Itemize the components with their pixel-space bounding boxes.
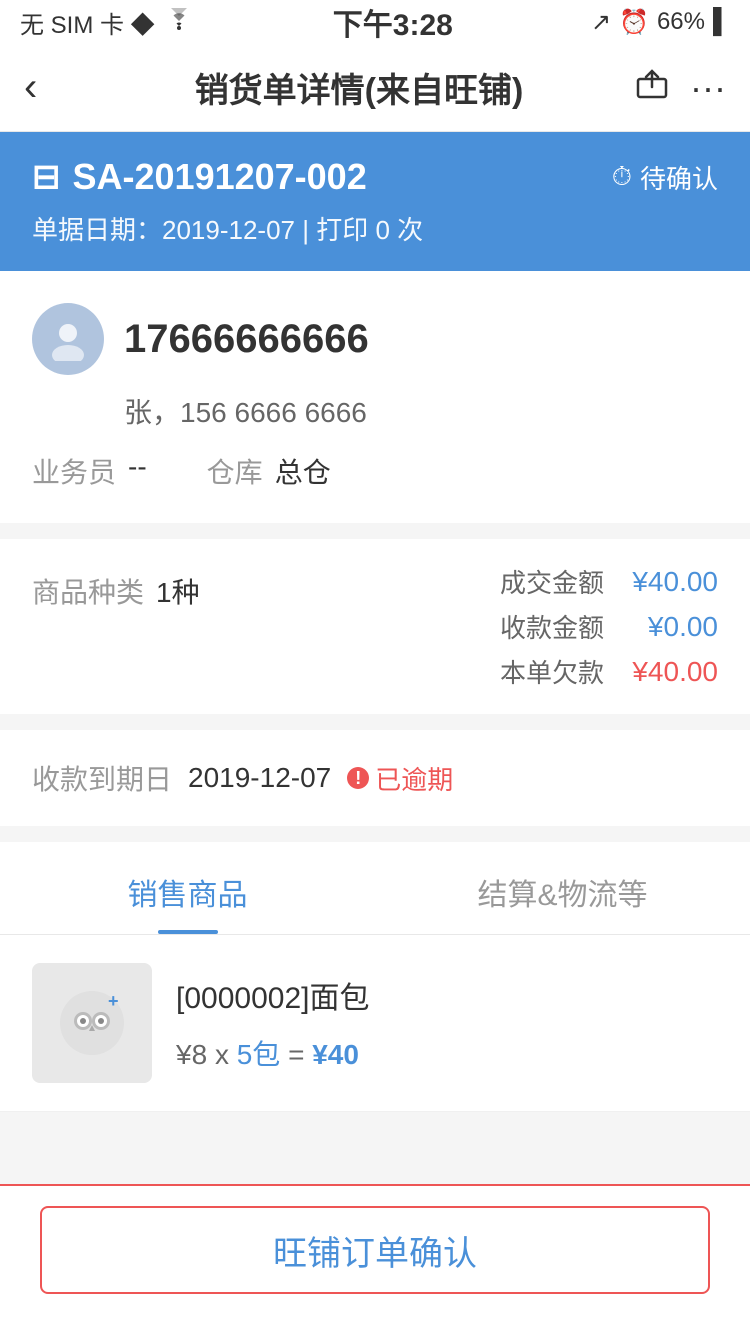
share-button[interactable] [634, 65, 670, 110]
confirm-order-button[interactable]: 旺铺订单确认 [40, 1206, 710, 1294]
avatar [32, 303, 104, 375]
customer-name: 张，156 6666 6666 [32, 391, 718, 431]
customer-card: 17666666666 张，156 6666 6666 业务员 -- 仓库 总仓 [0, 271, 750, 523]
arrears-value: ¥40.00 [628, 656, 718, 688]
product-info: [0000002]面包 ¥8 x 5包 = ¥40 [176, 973, 718, 1073]
more-button[interactable]: ··· [690, 67, 726, 109]
nav-bar: ‹ 销货单详情(来自旺铺) ··· [0, 44, 750, 132]
back-button[interactable]: ‹ [24, 65, 84, 110]
overdue-badge: ! 已逾期 [347, 760, 453, 797]
deal-label: 成交金额 [500, 563, 604, 600]
tabs: 销售商品 结算&物流等 [0, 842, 750, 935]
wifi-icon [163, 8, 195, 37]
equals-sign: = [288, 1039, 312, 1070]
order-icon: ⊟ [32, 157, 61, 197]
deal-value: ¥40.00 [628, 566, 718, 598]
sim-status: 无 SIM 卡 ◆ [20, 5, 155, 40]
summary-right: 成交金额 ¥40.00 收款金额 ¥0.00 本单欠款 ¥40.00 [500, 563, 718, 690]
product-list: + [0000002]面包 ¥8 x 5包 = ¥40 [0, 935, 750, 1112]
overdue-icon: ! [347, 767, 369, 789]
price-qty: 5包 [237, 1039, 281, 1070]
salesperson-label: 业务员 [32, 451, 116, 491]
product-name: [0000002]面包 [176, 973, 718, 1017]
due-label: 收款到期日 [32, 758, 172, 798]
multiply-sign: x [215, 1039, 237, 1070]
type-label: 商品种类 [32, 571, 144, 611]
warehouse-value: 总仓 [275, 451, 331, 491]
svg-text:+: + [108, 991, 119, 1011]
warehouse-label: 仓库 [207, 451, 263, 491]
due-date: 2019-12-07 [188, 762, 331, 794]
page-title: 销货单详情(来自旺铺) [84, 63, 634, 112]
status-right: ↗ ⏰ 66% ▌ [591, 8, 730, 37]
tab-products[interactable]: 销售商品 [0, 842, 375, 934]
status-left: 无 SIM 卡 ◆ [20, 5, 195, 40]
clock-icon: ⏱ [612, 161, 632, 193]
price-base: ¥8 [176, 1039, 207, 1070]
order-id: ⊟ SA-20191207-002 [32, 156, 367, 198]
status-time: 下午3:28 [333, 0, 453, 44]
price-total: ¥40 [312, 1039, 359, 1070]
due-card: 收款到期日 2019-12-07 ! 已逾期 [0, 730, 750, 826]
order-header: ⊟ SA-20191207-002 ⏱ 待确认 单据日期：2019-12-07 … [0, 132, 750, 271]
tab-settlement[interactable]: 结算&物流等 [375, 842, 750, 934]
customer-phone: 17666666666 [124, 317, 369, 362]
type-value: 1种 [156, 571, 200, 611]
receipt-label: 收款金额 [500, 608, 604, 645]
alarm-icon: ⏰ [619, 8, 649, 37]
product-thumbnail: + [32, 963, 152, 1083]
order-meta: 单据日期：2019-12-07 | 打印 0 次 [32, 210, 718, 247]
status-bar: 无 SIM 卡 ◆ 下午3:28 ↗ ⏰ 66% ▌ [0, 0, 750, 44]
bottom-bar: 旺铺订单确认 [0, 1184, 750, 1334]
salesperson-value: -- [128, 451, 147, 491]
customer-meta: 业务员 -- 仓库 总仓 [32, 451, 718, 491]
location-icon: ↗ [591, 8, 611, 37]
arrears-label: 本单欠款 [500, 653, 604, 690]
receipt-value: ¥0.00 [628, 611, 718, 643]
order-status: ⏱ 待确认 [612, 159, 718, 196]
battery-icon: ▌ [713, 8, 730, 36]
battery-level: 66% [657, 8, 705, 36]
summary-card: 商品种类 1种 成交金额 ¥40.00 收款金额 ¥0.00 本单欠款 ¥40.… [0, 539, 750, 714]
overdue-text: 已逾期 [375, 760, 453, 797]
product-price: ¥8 x 5包 = ¥40 [176, 1033, 718, 1073]
nav-actions: ··· [634, 65, 726, 110]
table-row: + [0000002]面包 ¥8 x 5包 = ¥40 [0, 935, 750, 1112]
